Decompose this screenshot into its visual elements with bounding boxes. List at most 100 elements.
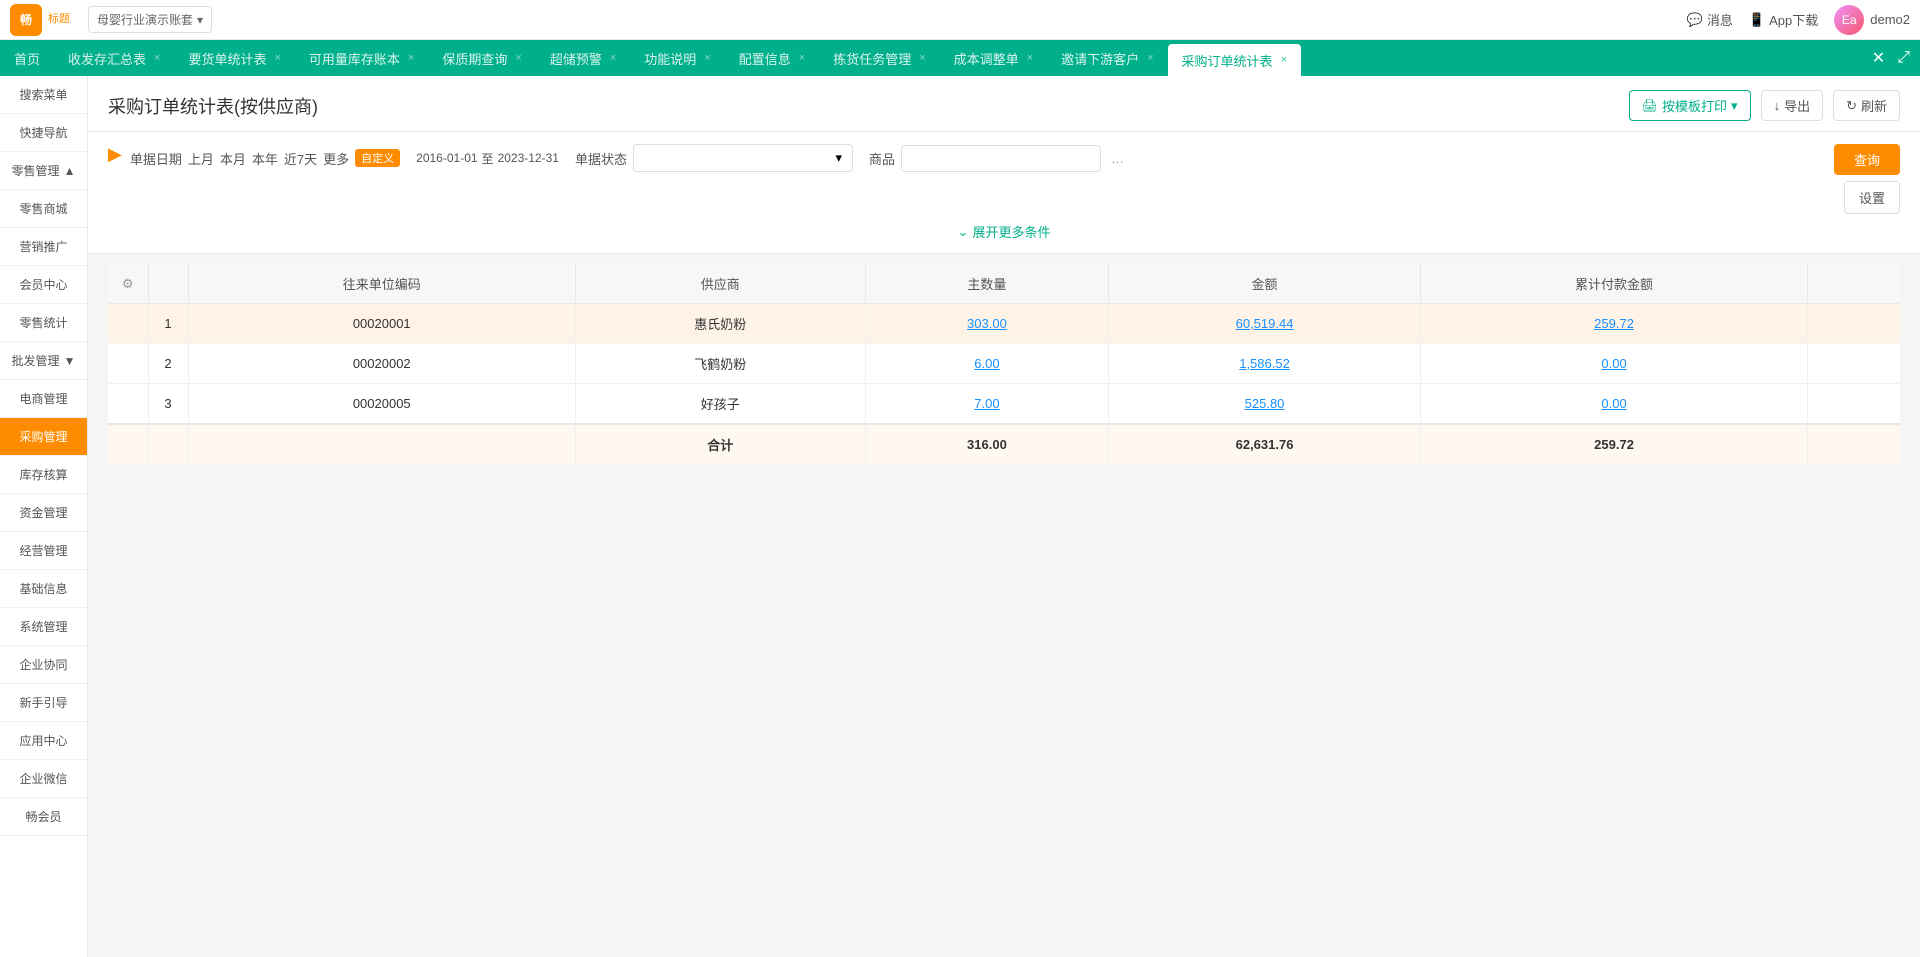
row-paid-amount: 0.00 bbox=[1420, 384, 1807, 425]
export-button[interactable]: ↓ 导出 bbox=[1761, 90, 1824, 121]
sidebar-item-search[interactable]: 搜索菜单 bbox=[0, 76, 87, 114]
sidebar-new-guide-label: 新手引导 bbox=[19, 696, 67, 710]
shortcut-this-month[interactable]: 本月 bbox=[220, 149, 246, 168]
tab-home[interactable]: 首页 bbox=[0, 40, 54, 76]
sidebar-item-enterprise-collab[interactable]: 企业协同 bbox=[0, 646, 87, 684]
shortcut-last-month[interactable]: 上月 bbox=[188, 149, 214, 168]
tab-home-label: 首页 bbox=[14, 49, 40, 68]
tab-cost-adjust[interactable]: 成本调整单 × bbox=[940, 40, 1047, 76]
filter-row-1: 单据日期 上月 本月 本年 近7天 更多 自定义 2016-01-01 bbox=[130, 144, 1834, 172]
page-title: 采购订单统计表(按供应商) bbox=[108, 93, 318, 119]
paid-link[interactable]: 0.00 bbox=[1601, 356, 1626, 371]
filter-goods-item: 商品 … bbox=[869, 145, 1128, 172]
tab-order-summary-close[interactable]: × bbox=[274, 52, 280, 64]
tab-receive-summary[interactable]: 收发存汇总表 × bbox=[54, 40, 174, 76]
expand-more-button[interactable]: ⌄ 展开更多条件 bbox=[958, 222, 1051, 241]
amount-link[interactable]: 60,519.44 bbox=[1236, 316, 1294, 331]
shortcut-more[interactable]: 更多 bbox=[323, 149, 349, 168]
user-area[interactable]: Ea demo2 bbox=[1834, 5, 1910, 35]
tab-overstock-warning-close[interactable]: × bbox=[610, 52, 616, 64]
print-button[interactable]: 🖨 按模板打印 ▾ bbox=[1629, 90, 1751, 121]
sidebar-item-new-guide[interactable]: 新手引导 bbox=[0, 684, 87, 722]
footer-amount-cell: 62,631.76 bbox=[1109, 424, 1421, 465]
tab-fullscreen-icon[interactable]: ⤢ bbox=[1893, 47, 1914, 69]
tab-invite-downstream[interactable]: 邀请下游客户 × bbox=[1047, 40, 1167, 76]
sidebar-item-ecommerce[interactable]: 电商管理 bbox=[0, 380, 87, 418]
filter-toggle-icon[interactable]: ▶ bbox=[108, 144, 122, 165]
sidebar-item-retail-stats[interactable]: 零售统计 bbox=[0, 304, 87, 342]
status-dropdown-icon: ▾ bbox=[835, 150, 842, 166]
tab-overstock-warning[interactable]: 超储预警 × bbox=[536, 40, 630, 76]
logo-text: 标题 bbox=[48, 13, 70, 26]
tab-invite-downstream-close[interactable]: × bbox=[1147, 52, 1153, 64]
sidebar-item-basic-info[interactable]: 基础信息 bbox=[0, 570, 87, 608]
sidebar-ecommerce-label: 电商管理 bbox=[19, 392, 67, 406]
row-qty: 6.00 bbox=[865, 344, 1109, 384]
tab-receive-summary-close[interactable]: × bbox=[154, 52, 160, 64]
paid-link[interactable]: 0.00 bbox=[1601, 396, 1626, 411]
tab-config-info-close[interactable]: × bbox=[799, 52, 805, 64]
sidebar-item-app-center[interactable]: 应用中心 bbox=[0, 722, 87, 760]
table-body: 1 00020001 惠氏奶粉 303.00 60,519.44 259.72 … bbox=[108, 304, 1900, 425]
tab-purchase-summary[interactable]: 采购订单统计表 × bbox=[1168, 44, 1301, 76]
refresh-label: 刷新 bbox=[1861, 96, 1887, 115]
shortcut-this-year[interactable]: 本年 bbox=[252, 149, 278, 168]
sidebar-item-retail-mall[interactable]: 零售商城 bbox=[0, 190, 87, 228]
refresh-button[interactable]: ↻ 刷新 bbox=[1833, 90, 1900, 121]
sidebar-quick-nav-label: 快捷导航 bbox=[19, 126, 67, 140]
sidebar-item-member-vip[interactable]: 畅会员 bbox=[0, 798, 87, 836]
sidebar-item-member-center[interactable]: 会员中心 bbox=[0, 266, 87, 304]
tab-order-summary[interactable]: 要货单统计表 × bbox=[174, 40, 294, 76]
workspace-selector[interactable]: 母婴行业演示账套 ▾ bbox=[88, 6, 212, 33]
tab-function-desc[interactable]: 功能说明 × bbox=[630, 40, 724, 76]
tab-expiry-query[interactable]: 保质期查询 × bbox=[428, 40, 535, 76]
sidebar-item-quick-nav[interactable]: 快捷导航 bbox=[0, 114, 87, 152]
tab-close-all-icon[interactable]: ✕ bbox=[1868, 46, 1889, 70]
tab-purchase-summary-label: 采购订单统计表 bbox=[1182, 51, 1273, 70]
shortcut-7days[interactable]: 近7天 bbox=[284, 149, 317, 168]
amount-link[interactable]: 1,586.52 bbox=[1239, 356, 1290, 371]
goods-input[interactable] bbox=[901, 145, 1101, 172]
paid-link[interactable]: 259.72 bbox=[1594, 316, 1634, 331]
sidebar-item-stock-check[interactable]: 库存核算 bbox=[0, 456, 87, 494]
settings-icon[interactable]: ⚙ bbox=[122, 276, 134, 291]
sidebar-item-finance-mgmt[interactable]: 资金管理 bbox=[0, 494, 87, 532]
sidebar-item-marketing[interactable]: 营销推广 bbox=[0, 228, 87, 266]
qty-link[interactable]: 6.00 bbox=[974, 356, 999, 371]
qty-link[interactable]: 7.00 bbox=[974, 396, 999, 411]
sidebar-item-ops-mgmt[interactable]: 经营管理 bbox=[0, 532, 87, 570]
print-label: 按模板打印 bbox=[1662, 96, 1727, 115]
top-bar: 畅 标题 母婴行业演示账套 ▾ 💬 消息 📱 App下载 Ea demo2 bbox=[0, 0, 1920, 40]
sidebar-item-purchase-mgmt[interactable]: 采购管理 bbox=[0, 418, 87, 456]
setting-button[interactable]: 设置 bbox=[1844, 181, 1900, 214]
qty-link[interactable]: 303.00 bbox=[967, 316, 1007, 331]
sidebar-item-wholesale-mgmt[interactable]: 批发管理 ▼ bbox=[0, 342, 87, 380]
table-header-row: ⚙ 往来单位编码 供应商 主数量 金额 累计付款金额 bbox=[108, 264, 1900, 304]
message-button[interactable]: 💬 消息 bbox=[1687, 10, 1733, 29]
col-extra-header bbox=[1808, 264, 1900, 304]
tab-receive-summary-label: 收发存汇总表 bbox=[68, 49, 146, 68]
sidebar-item-retail-mgmt[interactable]: 零售管理 ▲ bbox=[0, 152, 87, 190]
sidebar-item-enterprise-wechat[interactable]: 企业微信 bbox=[0, 760, 87, 798]
tab-available-stock-close[interactable]: × bbox=[408, 52, 414, 64]
row-vendor-code: 00020002 bbox=[188, 344, 575, 384]
row-vendor-name: 惠氏奶粉 bbox=[575, 304, 865, 344]
tab-pick-task-close[interactable]: × bbox=[919, 52, 925, 64]
tab-pick-task[interactable]: 拣货任务管理 × bbox=[819, 40, 939, 76]
tab-expiry-query-close[interactable]: × bbox=[515, 52, 521, 64]
status-select[interactable]: ▾ bbox=[633, 144, 853, 172]
col-qty-header: 主数量 bbox=[865, 264, 1109, 304]
row-amount: 525.80 bbox=[1109, 384, 1421, 425]
tab-cost-adjust-close[interactable]: × bbox=[1027, 52, 1033, 64]
sidebar-item-system-mgmt[interactable]: 系统管理 bbox=[0, 608, 87, 646]
amount-link[interactable]: 525.80 bbox=[1245, 396, 1285, 411]
query-button[interactable]: 查询 bbox=[1834, 144, 1900, 175]
tab-purchase-summary-close[interactable]: × bbox=[1281, 54, 1287, 66]
tab-function-desc-close[interactable]: × bbox=[704, 52, 710, 64]
app-download-button[interactable]: 📱 App下载 bbox=[1749, 10, 1818, 29]
row-settings-cell bbox=[108, 384, 148, 425]
col-seq-header bbox=[148, 264, 188, 304]
tab-config-info[interactable]: 配置信息 × bbox=[725, 40, 819, 76]
goods-more-icon[interactable]: … bbox=[1111, 151, 1124, 166]
tab-available-stock[interactable]: 可用量库存账本 × bbox=[295, 40, 428, 76]
